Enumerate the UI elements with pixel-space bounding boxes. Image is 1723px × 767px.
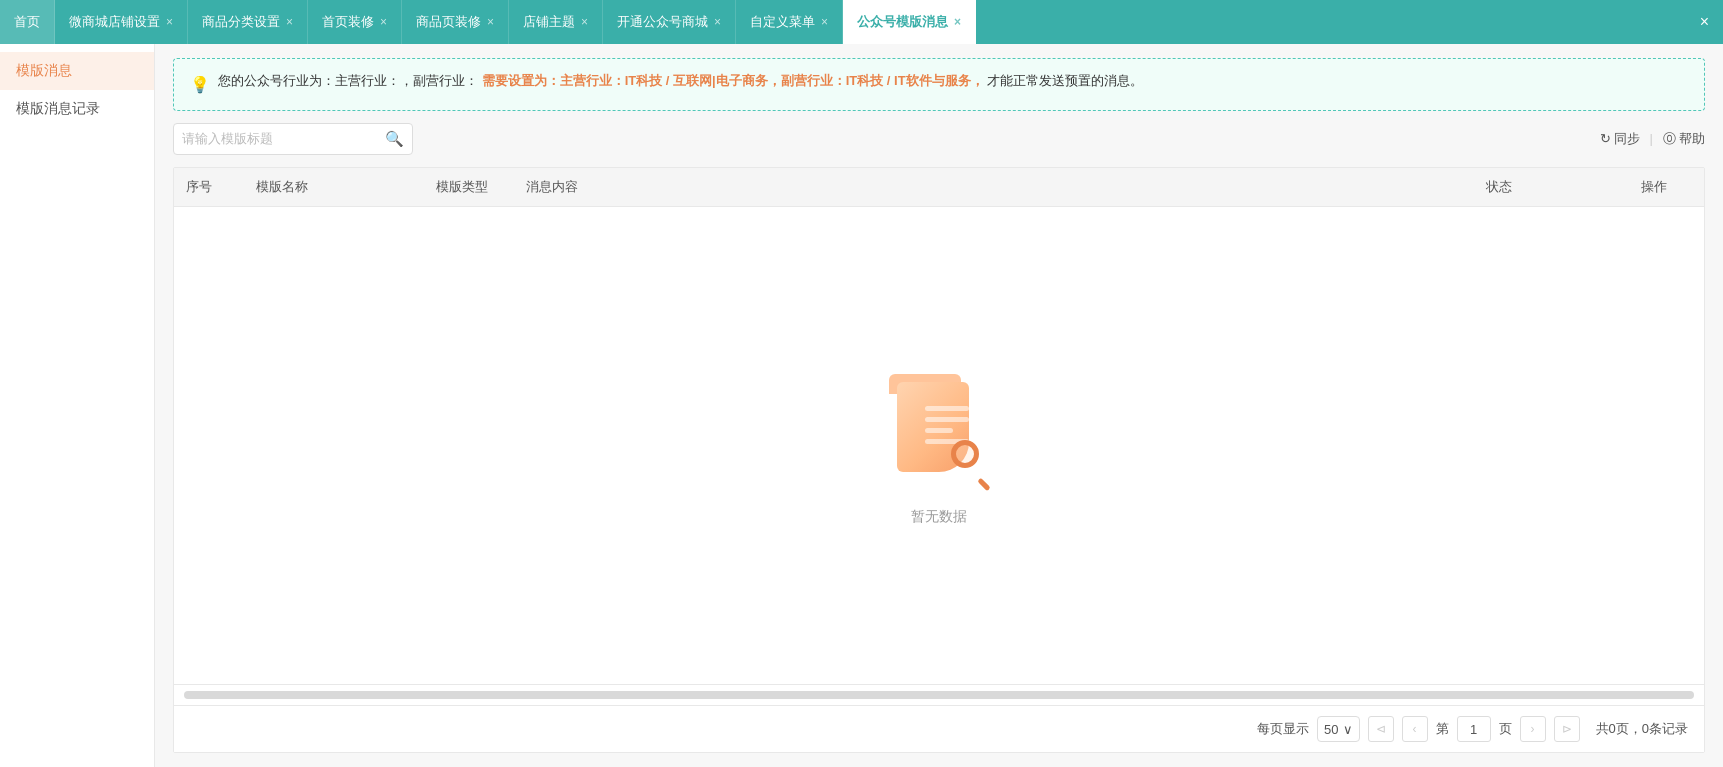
tab-custom-menu-close[interactable]: × xyxy=(821,15,828,29)
magnifier-circle xyxy=(951,440,979,468)
tab-home-decor-close[interactable]: × xyxy=(380,15,387,29)
magnifier-icon xyxy=(951,440,995,484)
divider: | xyxy=(1650,131,1653,146)
tab-category-settings[interactable]: 商品分类设置 × xyxy=(188,0,308,44)
help-button[interactable]: ⓪ 帮助 xyxy=(1663,130,1705,148)
empty-state: 暂无数据 xyxy=(174,207,1704,684)
sidebar-item-template-history-label: 模版消息记录 xyxy=(16,100,100,116)
help-label: 帮助 xyxy=(1679,130,1705,148)
table-container: 序号 模版名称 模版类型 消息内容 状态 操作 xyxy=(173,167,1705,753)
col-status: 状态 xyxy=(1474,168,1604,206)
page-last-button[interactable]: ⊳ xyxy=(1554,716,1580,742)
tab-store-theme[interactable]: 店铺主题 × xyxy=(509,0,603,44)
doc-lines xyxy=(925,406,969,444)
content-area: 💡 您的公众号行业为：主营行业：，副营行业： 需要设置为：主营行业：IT科技 /… xyxy=(155,44,1723,767)
banner-prefix: 您的公众号行业为：主营行业：，副营行业： xyxy=(218,73,478,88)
doc-line-1 xyxy=(925,406,969,411)
sidebar-item-template-msg-label: 模版消息 xyxy=(16,62,72,78)
page-size-value: 50 xyxy=(1324,722,1338,737)
tab-shop-settings-label: 微商城店铺设置 xyxy=(69,13,160,31)
col-name: 模版名称 xyxy=(244,168,424,206)
page-prev-button[interactable]: ‹ xyxy=(1402,716,1428,742)
tab-category-settings-close[interactable]: × xyxy=(286,15,293,29)
col-type: 模版类型 xyxy=(424,168,514,206)
pagination: 每页显示 50 ∨ ⊲ ‹ 第 1 页 › ⊳ 共0页，0条记录 xyxy=(174,705,1704,752)
tab-category-settings-label: 商品分类设置 xyxy=(202,13,280,31)
doc-line-2 xyxy=(925,417,969,422)
sidebar-item-template-history[interactable]: 模版消息记录 xyxy=(0,90,154,128)
main-layout: 模版消息 模版消息记录 💡 您的公众号行业为：主营行业：，副营行业： 需要设置为… xyxy=(0,44,1723,767)
page-size-select[interactable]: 50 ∨ xyxy=(1317,716,1359,742)
tab-custom-menu-label: 自定义菜单 xyxy=(750,13,815,31)
banner-suffix: 才能正常发送预置的消息。 xyxy=(987,73,1143,88)
empty-illustration xyxy=(879,374,999,494)
col-seq: 序号 xyxy=(174,168,244,206)
help-icon: ⓪ xyxy=(1663,130,1676,148)
search-icon[interactable]: 🔍 xyxy=(385,130,404,148)
horizontal-scrollbar[interactable] xyxy=(184,691,1694,699)
toolbar-right: ↻ 同步 | ⓪ 帮助 xyxy=(1600,130,1705,148)
search-input[interactable] xyxy=(182,131,381,146)
tab-home[interactable]: 首页 xyxy=(0,0,55,44)
page-next-button[interactable]: › xyxy=(1520,716,1546,742)
tab-template-msg[interactable]: 公众号模版消息 × xyxy=(843,0,976,44)
tab-home-decor-label: 首页装修 xyxy=(322,13,374,31)
page-current-value: 1 xyxy=(1470,722,1477,737)
sidebar-item-template-msg[interactable]: 模版消息 xyxy=(0,52,154,90)
tab-open-mall[interactable]: 开通公众号商城 × xyxy=(603,0,736,44)
tab-home-label: 首页 xyxy=(14,13,40,31)
tab-custom-menu[interactable]: 自定义菜单 × xyxy=(736,0,843,44)
tab-shop-settings[interactable]: 微商城店铺设置 × xyxy=(55,0,188,44)
sync-button[interactable]: ↻ 同步 xyxy=(1600,130,1640,148)
page-size-label: 每页显示 xyxy=(1257,720,1309,738)
page-word-pre: 第 xyxy=(1436,720,1449,738)
banner-highlight: 需要设置为：主营行业：IT科技 / 互联网|电子商务，副营行业：IT科技 / I… xyxy=(482,73,984,88)
empty-text: 暂无数据 xyxy=(911,508,967,526)
sidebar: 模版消息 模版消息记录 xyxy=(0,44,155,767)
tab-product-decor[interactable]: 商品页装修 × xyxy=(402,0,509,44)
tab-product-decor-label: 商品页装修 xyxy=(416,13,481,31)
tab-home-decor[interactable]: 首页装修 × xyxy=(308,0,402,44)
tab-open-mall-close[interactable]: × xyxy=(714,15,721,29)
tab-store-theme-label: 店铺主题 xyxy=(523,13,575,31)
sync-label: 同步 xyxy=(1614,130,1640,148)
page-total: 共0页，0条记录 xyxy=(1596,720,1688,738)
tab-template-msg-close[interactable]: × xyxy=(954,15,961,29)
page-word-post: 页 xyxy=(1499,720,1512,738)
col-action: 操作 xyxy=(1604,168,1704,206)
tab-shop-settings-close[interactable]: × xyxy=(166,15,173,29)
doc-line-3 xyxy=(925,428,953,433)
table-header: 序号 模版名称 模版类型 消息内容 状态 操作 xyxy=(174,168,1704,207)
search-bar: 🔍 ↻ 同步 | ⓪ 帮助 xyxy=(173,123,1705,155)
page-current-input[interactable]: 1 xyxy=(1457,716,1491,742)
info-banner: 💡 您的公众号行业为：主营行业：，副营行业： 需要设置为：主营行业：IT科技 /… xyxy=(173,58,1705,111)
chevron-down-icon: ∨ xyxy=(1343,722,1353,737)
tab-open-mall-label: 开通公众号商城 xyxy=(617,13,708,31)
sync-icon: ↻ xyxy=(1600,131,1611,146)
tab-store-theme-close[interactable]: × xyxy=(581,15,588,29)
scroll-bar-row xyxy=(174,684,1704,705)
tab-product-decor-close[interactable]: × xyxy=(487,15,494,29)
magnifier-handle xyxy=(977,478,990,491)
tab-template-msg-label: 公众号模版消息 xyxy=(857,13,948,31)
search-input-wrap[interactable]: 🔍 xyxy=(173,123,413,155)
global-close-button[interactable]: × xyxy=(1686,0,1723,44)
top-nav: 首页 微商城店铺设置 × 商品分类设置 × 首页装修 × 商品页装修 × 店铺主… xyxy=(0,0,1723,44)
page-first-button[interactable]: ⊲ xyxy=(1368,716,1394,742)
col-content: 消息内容 xyxy=(514,168,1474,206)
bulb-icon: 💡 xyxy=(190,72,210,98)
